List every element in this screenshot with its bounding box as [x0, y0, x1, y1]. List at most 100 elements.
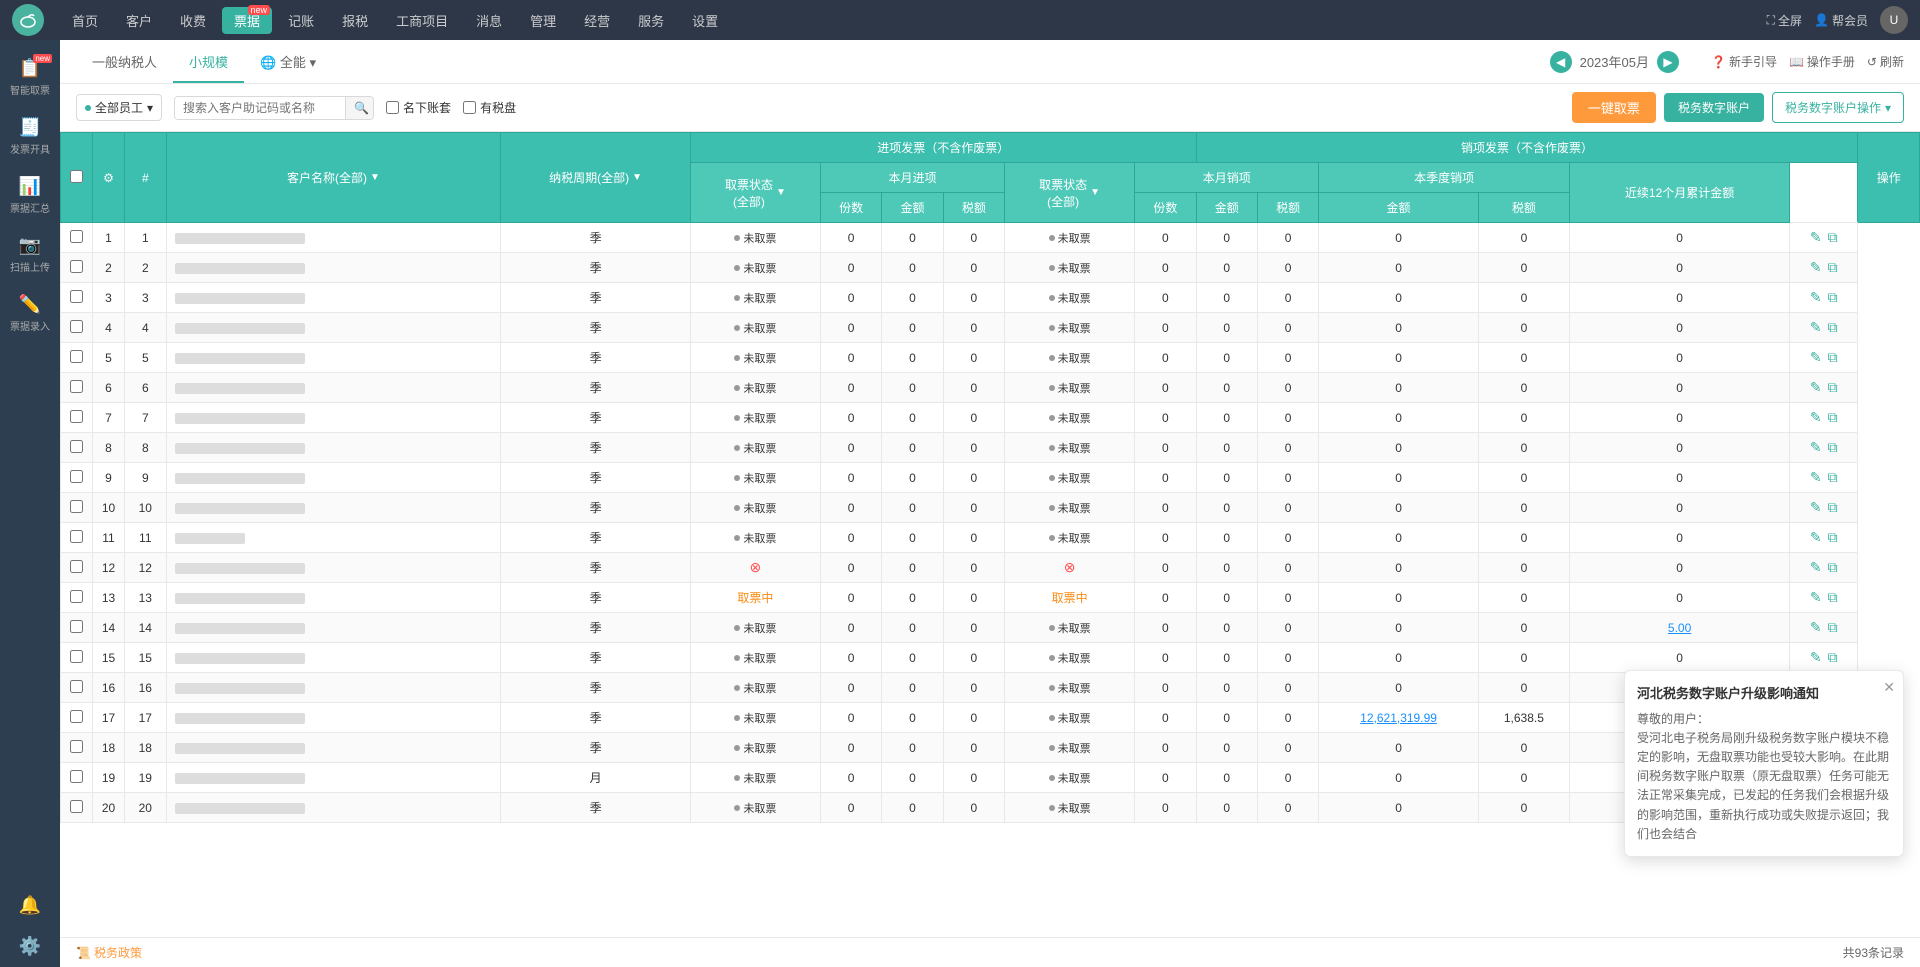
copy-action-icon[interactable]: ⧉ — [1828, 379, 1838, 396]
copy-action-icon[interactable]: ⧉ — [1828, 649, 1838, 666]
copy-action-icon[interactable]: ⧉ — [1828, 499, 1838, 516]
edit-action-icon[interactable]: ✎ — [1810, 589, 1822, 606]
refresh-link[interactable]: ↺ 刷新 — [1867, 53, 1904, 70]
period-next-button[interactable]: ▶ — [1657, 51, 1679, 73]
row-checkbox[interactable] — [70, 590, 83, 603]
fullscreen-button[interactable]: ⛶ 全屏 — [1767, 12, 1802, 29]
copy-action-icon[interactable]: ⧉ — [1828, 229, 1838, 246]
sidebar-item-smart-tickets[interactable]: 📋 智能取票 new — [0, 48, 60, 107]
in-status-filter-icon[interactable]: ▼ — [776, 187, 786, 198]
nav-operations[interactable]: 经营 — [572, 7, 622, 34]
sidebar-item-ticket-summary[interactable]: 📊 票据汇总 — [0, 166, 60, 225]
row-checkbox[interactable] — [70, 260, 83, 273]
edit-action-icon[interactable]: ✎ — [1810, 259, 1822, 276]
row-checkbox[interactable] — [70, 800, 83, 813]
nav-fees[interactable]: 收费 — [168, 7, 218, 34]
row-checkbox[interactable] — [70, 410, 83, 423]
copy-action-icon[interactable]: ⧉ — [1828, 409, 1838, 426]
nav-tax[interactable]: 报税 — [330, 7, 380, 34]
sidebar-item-scan-upload[interactable]: 📷 扫描上传 — [0, 225, 60, 284]
edit-action-icon[interactable]: ✎ — [1810, 229, 1822, 246]
edit-action-icon[interactable]: ✎ — [1810, 379, 1822, 396]
row-checkbox[interactable] — [70, 230, 83, 243]
edit-action-icon[interactable]: ✎ — [1810, 559, 1822, 576]
edit-action-icon[interactable]: ✎ — [1810, 649, 1822, 666]
row-checkbox[interactable] — [70, 290, 83, 303]
edit-action-icon[interactable]: ✎ — [1810, 619, 1822, 636]
tax-device-checkbox-label[interactable]: 有税盘 — [463, 99, 516, 116]
row-checkbox[interactable] — [70, 560, 83, 573]
operation-manual-link[interactable]: 📖 操作手册 — [1789, 53, 1855, 70]
copy-action-icon[interactable]: ⧉ — [1828, 289, 1838, 306]
nav-services[interactable]: 服务 — [626, 7, 676, 34]
copy-action-icon[interactable]: ⧉ — [1828, 259, 1838, 276]
edit-action-icon[interactable]: ✎ — [1810, 349, 1822, 366]
row-checkbox[interactable] — [70, 650, 83, 663]
copy-action-icon[interactable]: ⧉ — [1828, 469, 1838, 486]
sidebar-item-settings[interactable]: ⚙️ — [0, 926, 60, 967]
row-checkbox[interactable] — [70, 500, 83, 513]
edit-action-icon[interactable]: ✎ — [1810, 499, 1822, 516]
data-table-container[interactable]: ⚙ # 客户名称(全部) ▼ 纳税周期(全部) ▼ — [60, 132, 1920, 937]
edit-action-icon[interactable]: ✎ — [1810, 529, 1822, 546]
notification-close-button[interactable]: ✕ — [1883, 679, 1895, 696]
sidebar-item-invoice-open[interactable]: 🧾 发票开具 — [0, 107, 60, 166]
edit-action-icon[interactable]: ✎ — [1810, 469, 1822, 486]
copy-action-icon[interactable]: ⧉ — [1828, 589, 1838, 606]
sidebar-item-ticket-entry[interactable]: ✏️ 票据录入 — [0, 284, 60, 343]
period-prev-button[interactable]: ◀ — [1550, 51, 1572, 73]
nav-clients[interactable]: 客户 — [114, 7, 164, 34]
tax-device-checkbox[interactable] — [463, 101, 476, 114]
row-checkbox[interactable] — [70, 350, 83, 363]
tab-small-scale[interactable]: 小规模 — [173, 42, 244, 83]
table-col-in-amount: 金额 — [882, 193, 943, 223]
period-filter-icon[interactable]: ▼ — [632, 172, 642, 183]
member-button[interactable]: 👤 帮会员 — [1814, 12, 1868, 29]
edit-action-icon[interactable]: ✎ — [1810, 409, 1822, 426]
row-checkbox[interactable] — [70, 380, 83, 393]
row-checkbox[interactable] — [70, 620, 83, 633]
tab-general-taxpayer[interactable]: 一般纳税人 — [76, 42, 173, 83]
edit-action-icon[interactable]: ✎ — [1810, 439, 1822, 456]
nav-settings[interactable]: 设置 — [680, 7, 730, 34]
edit-action-icon[interactable]: ✎ — [1810, 289, 1822, 306]
nav-messages[interactable]: 消息 — [464, 7, 514, 34]
employee-filter[interactable]: 全部员工 ▾ — [76, 94, 162, 121]
nav-management[interactable]: 管理 — [518, 7, 568, 34]
sidebar-item-notifications[interactable]: 🔔 — [0, 885, 60, 926]
copy-action-icon[interactable]: ⧉ — [1828, 559, 1838, 576]
new-user-guide-link[interactable]: ❓ 新手引导 — [1711, 53, 1777, 70]
row-checkbox[interactable] — [70, 680, 83, 693]
tax-digital-account-ops-button[interactable]: 税务数字账户操作 ▾ — [1772, 92, 1904, 123]
row-checkbox[interactable] — [70, 470, 83, 483]
nav-business[interactable]: 工商项目 — [384, 7, 460, 34]
edit-action-icon[interactable]: ✎ — [1810, 319, 1822, 336]
tax-digital-account-button[interactable]: 税务数字账户 — [1664, 93, 1764, 122]
tax-policy-link[interactable]: 📜 税务政策 — [76, 944, 142, 961]
row-checkbox[interactable] — [70, 740, 83, 753]
out-status-filter-icon[interactable]: ▼ — [1090, 187, 1100, 198]
row-checkbox[interactable] — [70, 440, 83, 453]
copy-action-icon[interactable]: ⧉ — [1828, 319, 1838, 336]
copy-action-icon[interactable]: ⧉ — [1828, 619, 1838, 636]
select-all-checkbox[interactable] — [70, 170, 83, 183]
settings-gear-icon[interactable]: ⚙ — [103, 171, 114, 185]
search-button[interactable]: 🔍 — [345, 97, 374, 119]
copy-action-icon[interactable]: ⧉ — [1828, 439, 1838, 456]
one-click-ticket-button[interactable]: 一键取票 — [1572, 92, 1656, 123]
search-input[interactable] — [175, 97, 345, 119]
user-avatar[interactable]: U — [1880, 6, 1908, 34]
nav-tickets[interactable]: 票据 new — [222, 7, 272, 34]
row-checkbox[interactable] — [70, 530, 83, 543]
copy-action-icon[interactable]: ⧉ — [1828, 349, 1838, 366]
row-checkbox[interactable] — [70, 770, 83, 783]
tab-all-capable[interactable]: 🌐 全能 ▾ — [244, 42, 332, 83]
row-checkbox[interactable] — [70, 710, 83, 723]
sub-account-checkbox[interactable] — [386, 101, 399, 114]
nav-accounting[interactable]: 记账 — [276, 7, 326, 34]
sub-account-checkbox-label[interactable]: 名下账套 — [386, 99, 451, 116]
client-filter-icon[interactable]: ▼ — [370, 172, 380, 183]
row-checkbox[interactable] — [70, 320, 83, 333]
copy-action-icon[interactable]: ⧉ — [1828, 529, 1838, 546]
nav-home[interactable]: 首页 — [60, 7, 110, 34]
